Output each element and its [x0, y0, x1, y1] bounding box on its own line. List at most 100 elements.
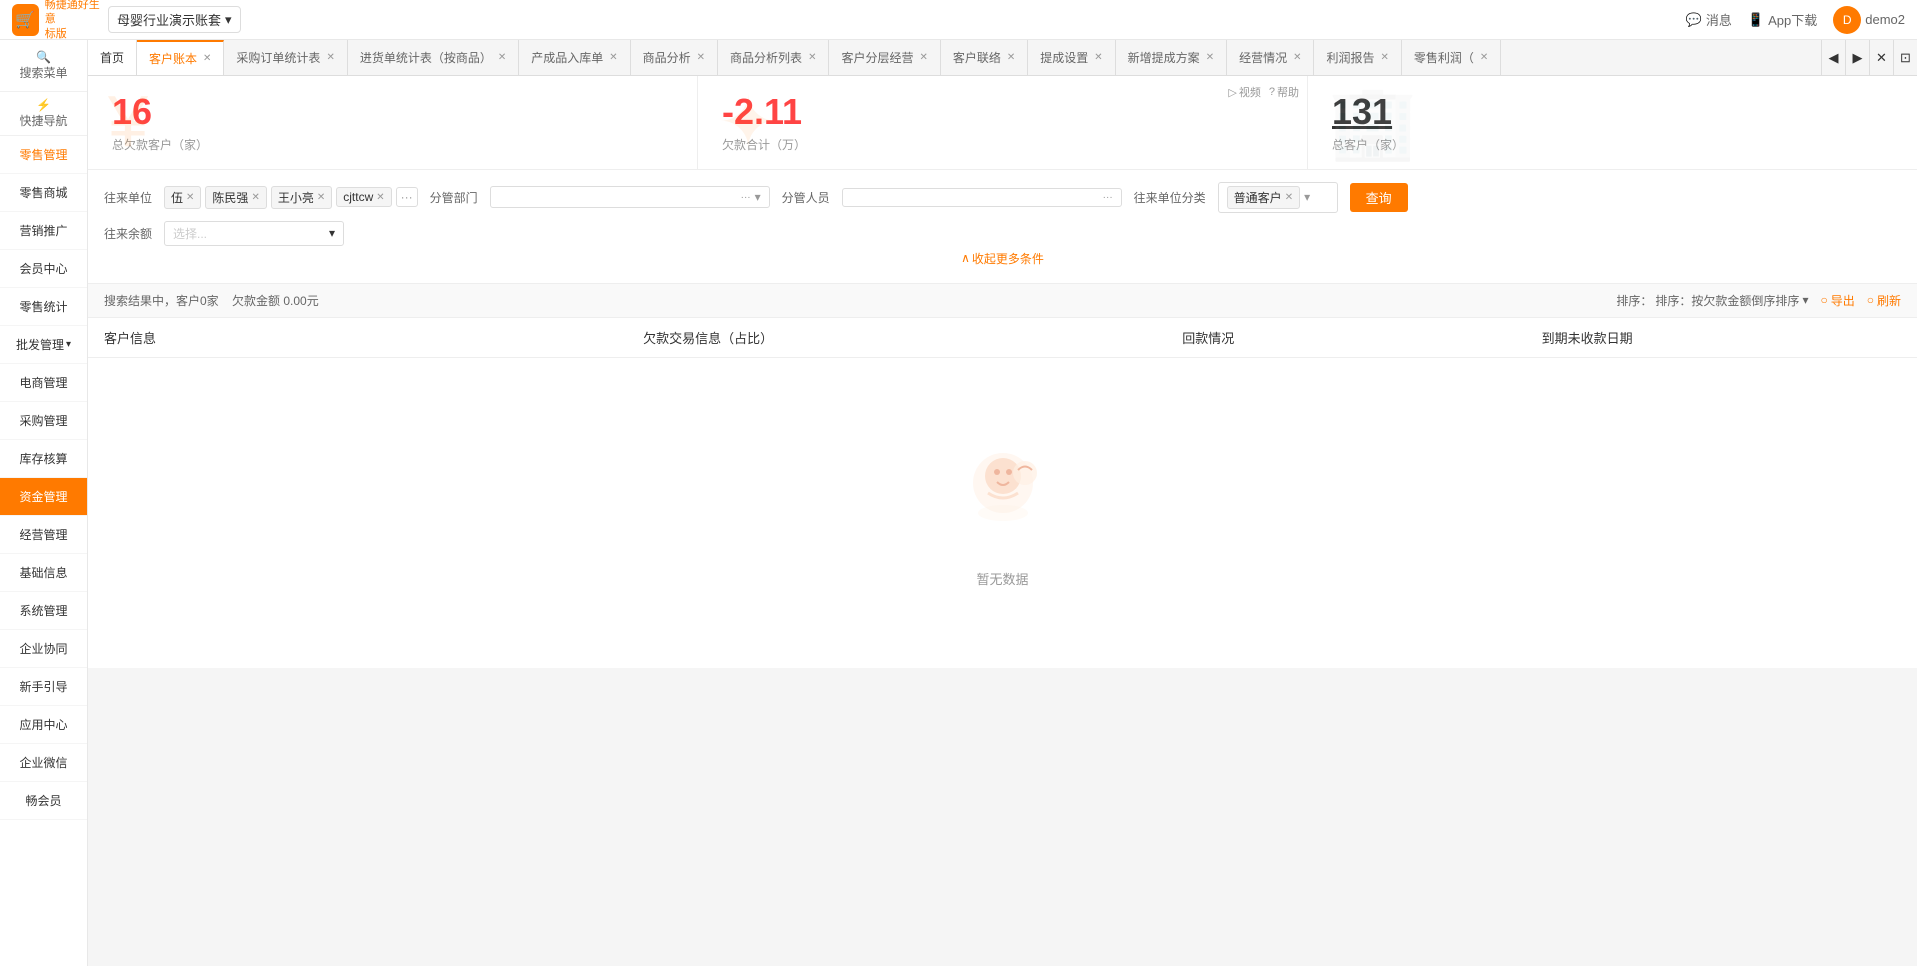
account-selector[interactable]: 母婴行业演示账套 ▾: [108, 6, 241, 33]
chevron-down-dept: ▾: [755, 190, 761, 204]
dept-filter-input[interactable]: ··· ▾: [490, 186, 770, 208]
chevron-down-unit-type: ▾: [1304, 190, 1310, 204]
top-bar-right: 💬 消息 📱 App下载 D demo2: [1686, 6, 1905, 34]
close-tab-customer-segment[interactable]: ✕: [919, 52, 927, 63]
close-tab-product-analysis-list[interactable]: ✕: [808, 52, 816, 63]
filter-tag-cjttcw: cjttcw ✕: [336, 187, 391, 207]
refresh-btn[interactable]: ○ 刷新: [1867, 292, 1901, 309]
amount-filter-select[interactable]: 选择... ▾: [164, 221, 344, 246]
amount-filter-label: 往来余额: [104, 225, 152, 242]
tab-retail-profit[interactable]: 零售利润（ ✕: [1402, 40, 1501, 76]
sort-selector[interactable]: 排序： 排序：按欠款金额倒序排序 ▾: [1616, 292, 1808, 309]
tab-product-analysis-list[interactable]: 商品分析列表 ✕: [718, 40, 829, 76]
close-tab-ops-situation[interactable]: ✕: [1293, 52, 1301, 63]
app-download-btn[interactable]: 📱 App下载: [1748, 10, 1817, 29]
avatar: D: [1833, 6, 1861, 34]
sidebar-item-ecom-manage[interactable]: 电商管理: [0, 364, 87, 402]
close-tab-cost-inbound[interactable]: ✕: [609, 52, 617, 63]
messages-btn[interactable]: 💬 消息: [1686, 10, 1732, 29]
sidebar-item-sys-manage[interactable]: 系统管理: [0, 592, 87, 630]
col-repayment: 回款情况: [1182, 328, 1541, 347]
sidebar-item-batch-manage[interactable]: 批发管理 ▾: [0, 326, 87, 364]
close-tab-customer-contact[interactable]: ✕: [1007, 52, 1015, 63]
doc-help-btn[interactable]: ? 帮助: [1269, 84, 1299, 100]
tab-customer-contact[interactable]: 客户联络 ✕: [941, 40, 1028, 76]
user-avatar-area[interactable]: D demo2: [1833, 6, 1905, 34]
sidebar-item-new-guide[interactable]: 新手引导: [0, 668, 87, 706]
chevron-down-amount: ▾: [329, 226, 335, 240]
sidebar-item-ops-manage[interactable]: 经营管理: [0, 516, 87, 554]
sidebar-item-capital-manage[interactable]: 资金管理: [0, 478, 87, 516]
close-tab-purchase-order-stats[interactable]: ✕: [326, 52, 334, 63]
sidebar-item-basic-info[interactable]: 基础信息: [0, 554, 87, 592]
tab-home[interactable]: 首页: [88, 40, 137, 76]
sidebar-item-enterprise-coop[interactable]: 企业协同: [0, 630, 87, 668]
tab-raise-settings[interactable]: 提成设置 ✕: [1028, 40, 1115, 76]
unit-type-select[interactable]: 普通客户 ✕ ▾: [1218, 182, 1338, 213]
sidebar-item-app-center[interactable]: 应用中心: [0, 706, 87, 744]
tab-ops-situation[interactable]: 经营情况 ✕: [1227, 40, 1314, 76]
video-help-btn[interactable]: ▷ 视频: [1228, 84, 1260, 100]
export-btn[interactable]: ○ 导出: [1820, 292, 1854, 309]
close-tab-new-raise-plan[interactable]: ✕: [1206, 52, 1214, 63]
sidebar-item-enterprise-wechat[interactable]: 企业微信: [0, 744, 87, 782]
tab-bar: 首页 客户账本 ✕ 采购订单统计表 ✕ 进货单统计表（按商品） ✕ 产成品入库单…: [88, 40, 1917, 76]
mobile-icon: 📱: [1748, 12, 1764, 28]
sidebar-item-purchase-manage[interactable]: 采购管理: [0, 402, 87, 440]
sidebar: 🔍 搜索菜单 ⚡ 快捷导航 零售管理 零售商城 营销推广 会员中心 零售统计 批…: [0, 40, 88, 966]
tab-profit-report[interactable]: 利润报告 ✕: [1314, 40, 1401, 76]
chevron-down-sort: ▾: [1802, 293, 1808, 307]
tab-scroll-left[interactable]: ◀: [1821, 40, 1845, 76]
main-layout: 🔍 搜索菜单 ⚡ 快捷导航 零售管理 零售商城 营销推广 会员中心 零售统计 批…: [0, 40, 1917, 966]
close-tab-retail-profit[interactable]: ✕: [1480, 52, 1488, 63]
chevron-down-icon: ▾: [225, 12, 232, 28]
tab-close-all[interactable]: ✕: [1869, 40, 1893, 76]
col-debt-info: 欠款交易信息（占比）: [643, 328, 1182, 347]
sidebar-item-retail-mall[interactable]: 零售商城: [0, 174, 87, 212]
stat-bg-icon-3: 🏢: [1328, 80, 1418, 165]
close-tab-customer-accounts[interactable]: ✕: [203, 53, 211, 64]
tab-customer-accounts[interactable]: 客户账本 ✕: [137, 40, 224, 76]
filter-row-2: 往来余额 选择... ▾: [104, 221, 1901, 246]
remove-tag-wu[interactable]: ✕: [186, 192, 194, 203]
sidebar-item-retail-manage[interactable]: 零售管理: [0, 136, 87, 174]
sidebar-item-member-center[interactable]: 会员中心: [0, 250, 87, 288]
sidebar-search[interactable]: 🔍 搜索菜单: [0, 40, 87, 92]
chevron-dept: ···: [741, 192, 751, 203]
close-tab-profit-report[interactable]: ✕: [1381, 52, 1389, 63]
sidebar-item-marketing[interactable]: 营销推广: [0, 212, 87, 250]
export-icon: ○: [1867, 293, 1874, 307]
remove-tag-wang[interactable]: ✕: [317, 192, 325, 203]
sidebar-item-vip-member[interactable]: 畅会员: [0, 782, 87, 820]
tab-new-raise-plan[interactable]: 新增提成方案 ✕: [1116, 40, 1227, 76]
close-tab-raise-settings[interactable]: ✕: [1094, 52, 1102, 63]
query-button[interactable]: 查询: [1350, 183, 1408, 212]
quick-nav-label: 快捷导航: [0, 112, 87, 129]
chevron-icon: ▾: [66, 339, 71, 350]
close-tab-product-analysis[interactable]: ✕: [697, 52, 705, 63]
tab-cost-inbound[interactable]: 产成品入库单 ✕: [519, 40, 630, 76]
sidebar-item-inventory[interactable]: 库存核算: [0, 440, 87, 478]
tab-expand[interactable]: ⊡: [1893, 40, 1917, 76]
tab-purchase-order-stats[interactable]: 采购订单统计表 ✕: [224, 40, 347, 76]
table-header: 客户信息 欠款交易信息（占比） 回款情况 到期未收款日期: [88, 318, 1917, 358]
remove-unit-type[interactable]: ✕: [1285, 192, 1293, 203]
filter-tag-wang: 王小亮 ✕: [271, 186, 332, 209]
logo-icon: 🛒: [12, 4, 39, 36]
person-filter-input[interactable]: ···: [842, 188, 1122, 207]
tab-scroll-right[interactable]: ▶: [1845, 40, 1869, 76]
close-tab-purchase-stats-by-product[interactable]: ✕: [498, 52, 506, 63]
stat-bg-icon-1: ¥: [108, 81, 148, 163]
remove-tag-chen[interactable]: ✕: [251, 192, 259, 203]
filter-more-btn[interactable]: ···: [396, 187, 418, 207]
remove-tag-cjttcw[interactable]: ✕: [376, 192, 384, 203]
tab-product-analysis[interactable]: 商品分析 ✕: [631, 40, 718, 76]
sidebar-item-retail-stats[interactable]: 零售统计: [0, 288, 87, 326]
stats-row: ¥ 16 总欠款客户（家） ✦ -2.11 欠款合计（万） ▷ 视频 ? 帮助: [88, 76, 1917, 170]
sidebar-quick-nav[interactable]: ⚡ 快捷导航: [0, 92, 87, 136]
tab-customer-segment[interactable]: 客户分层经营 ✕: [829, 40, 940, 76]
data-table: 客户信息 欠款交易信息（占比） 回款情况 到期未收款日期: [88, 318, 1917, 668]
unit-filter-label: 往来单位: [104, 189, 152, 206]
collapse-filters-btn[interactable]: ∧ 收起更多条件: [104, 246, 1901, 271]
tab-purchase-stats-by-product[interactable]: 进货单统计表（按商品） ✕: [348, 40, 519, 76]
